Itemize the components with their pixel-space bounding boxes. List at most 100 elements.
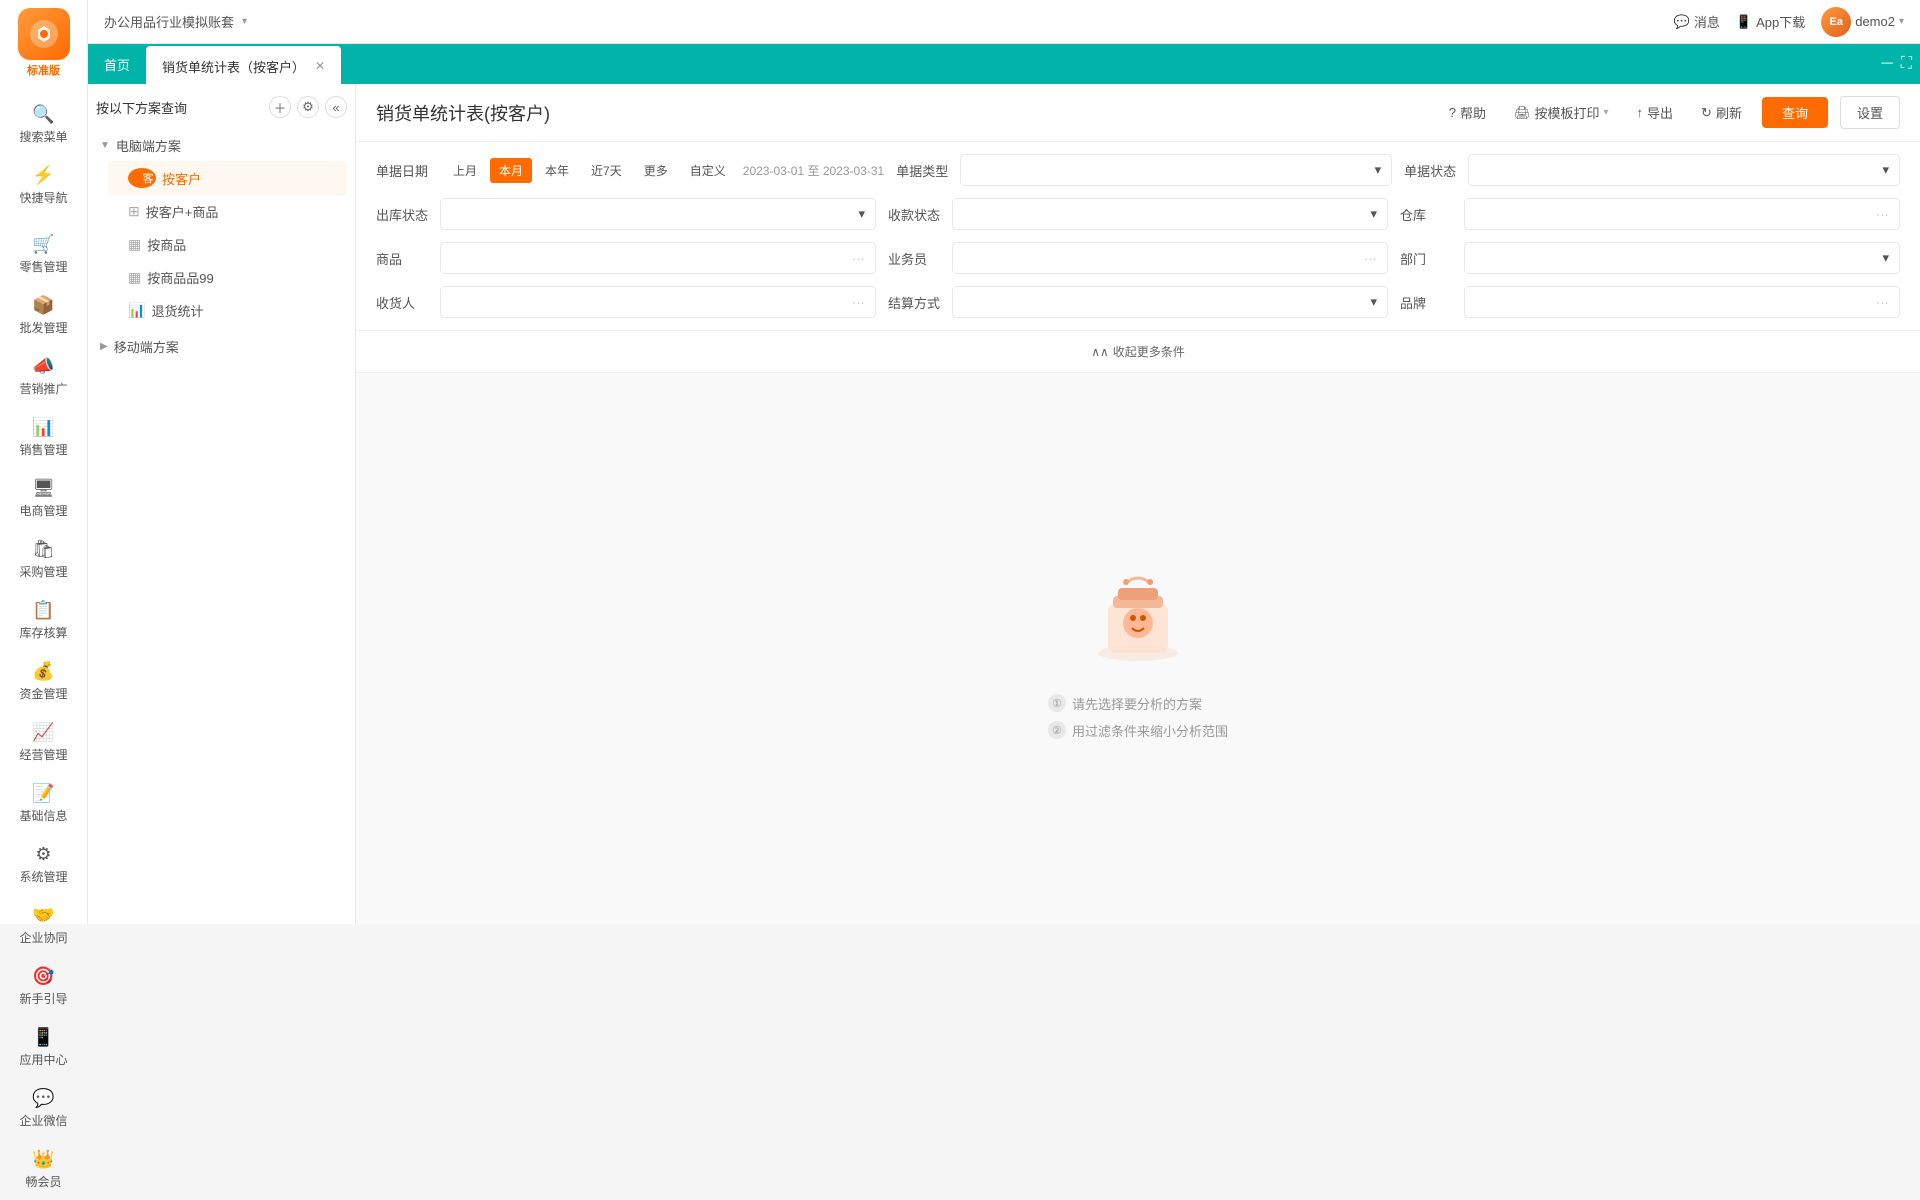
logo-area: 标准版: [0, 0, 87, 86]
sidebar-item-base-info[interactable]: 📝 基础信息: [0, 773, 87, 834]
sidebar-item-inventory[interactable]: 📋 库存核算: [0, 590, 87, 651]
out-status-label: 出库状态: [376, 205, 432, 224]
mobile-section-arrow: ▶: [100, 341, 108, 352]
tab-sales-stats-label: 销货单统计表（按客户）: [162, 57, 305, 76]
sidebar-item-cooperation[interactable]: 🤝 企业协同: [0, 895, 87, 956]
sidebar-item-marketing[interactable]: 📣 营销推广: [0, 346, 87, 407]
sidebar-item-operations[interactable]: 📈 经营管理: [0, 712, 87, 773]
sidebar-item-newbie-label: 新手引导: [19, 990, 67, 1007]
tab-maximize-btn[interactable]: ⛶: [1901, 55, 1912, 73]
prev-month-btn[interactable]: 上月: [444, 158, 486, 183]
tip-1-num: ①: [1048, 694, 1066, 712]
add-scheme-btn[interactable]: ＋: [269, 96, 291, 118]
sidebar-item-search[interactable]: 🔍 搜索菜单: [0, 94, 87, 155]
query-button[interactable]: 查询: [1762, 97, 1828, 128]
sidebar-item-system[interactable]: ⚙ 系统管理: [0, 834, 87, 895]
sidebar-item-ecommerce[interactable]: 🖥 电商管理: [0, 468, 87, 529]
user-label: demo2: [1855, 14, 1895, 29]
sidebar-item-wholesale[interactable]: 📦 批发管理: [0, 285, 87, 346]
custom-btn[interactable]: 自定义: [681, 158, 735, 183]
out-status-select[interactable]: ▾: [440, 198, 876, 230]
status-filter-chevron: ▾: [1882, 162, 1889, 178]
filter-row-3: 商品 ··· 业务员 ··· 部门: [376, 242, 1900, 274]
more-btn[interactable]: 更多: [635, 158, 677, 183]
empty-tips: ① 请先选择要分析的方案 ② 用过滤条件来缩小分析范围: [1048, 694, 1228, 740]
brand-select[interactable]: ···: [1464, 286, 1900, 318]
tree-item-by-product[interactable]: ▦ 按商品: [108, 228, 347, 261]
settings-button[interactable]: 设置: [1840, 96, 1900, 129]
sidebar-item-search-label: 搜索菜单: [19, 128, 67, 145]
tree-item-by-customer[interactable]: 客 按客户: [108, 161, 347, 195]
current-month-btn[interactable]: 本月: [490, 158, 532, 183]
sidebar-item-purchase[interactable]: 🛍 采购管理: [0, 529, 87, 590]
empty-tip-1: ① 请先选择要分析的方案: [1048, 694, 1228, 713]
message-btn[interactable]: 💬 消息: [1674, 12, 1720, 31]
sidebar-item-member[interactable]: 👑 畅会员: [0, 1139, 87, 1200]
purchase-icon: 🛍: [32, 539, 55, 560]
tab-minimize-btn[interactable]: ─: [1881, 55, 1892, 73]
tree-item-by-product-99[interactable]: ▦ 按商品品99: [108, 261, 347, 294]
tab-home[interactable]: 首页: [88, 44, 146, 84]
marketing-icon: 📣: [32, 356, 54, 377]
industry-dropdown-arrow[interactable]: ▾: [242, 16, 247, 27]
settings-scheme-btn[interactable]: ⚙: [297, 96, 319, 118]
warehouse-select[interactable]: ···: [1464, 198, 1900, 230]
receiver-select[interactable]: ···: [440, 286, 876, 318]
base-info-icon: 📝: [32, 783, 54, 804]
mobile-section-label: 移动端方案: [114, 337, 179, 356]
tree-item-by-product-99-label: 按商品品99: [147, 268, 213, 287]
product-group: 商品 ···: [376, 242, 876, 274]
tab-sales-stats[interactable]: 销货单统计表（按客户） ✕: [146, 46, 341, 86]
by-customer-icon: 客: [128, 168, 156, 188]
app-download-btn[interactable]: 📱 App下载: [1736, 12, 1805, 31]
settlement-select[interactable]: ▾: [952, 286, 1388, 318]
template-print-dropdown[interactable]: ▾: [1604, 107, 1609, 118]
salesperson-dots: ···: [1364, 251, 1377, 266]
top-header: 办公用品行业模拟账套 ▾ 💬 消息 📱 App下载 Ea demo2 ▾: [88, 0, 1920, 44]
sidebar-item-quick-nav[interactable]: ⚡ 快捷导航: [0, 155, 87, 216]
sidebar-item-member-label: 畅会员: [25, 1173, 61, 1190]
app-download-label: App下载: [1756, 12, 1805, 31]
current-year-btn[interactable]: 本年: [536, 158, 578, 183]
date-buttons: 上月 本月 本年 近7天 更多 自定义 2023-03-01 至 2023-03…: [444, 158, 884, 183]
template-print-btn[interactable]: 🖨 按模板打印 ▾: [1506, 99, 1617, 126]
settlement-label: 结算方式: [888, 293, 944, 312]
sidebar-item-enterprise-wechat[interactable]: 💬 企业微信: [0, 1078, 87, 1139]
retail-icon: 🛒: [32, 234, 54, 255]
settlement-group: 结算方式 ▾: [888, 286, 1388, 318]
tree-item-return-stats[interactable]: 📊 退货统计: [108, 294, 347, 327]
header-left: 办公用品行业模拟账套 ▾: [104, 12, 247, 31]
tab-close-btn[interactable]: ✕: [315, 59, 325, 73]
refresh-btn[interactable]: ↻ 刷新: [1693, 99, 1750, 126]
desktop-section-header[interactable]: ▼ 电脑端方案: [96, 130, 347, 161]
mobile-section-header[interactable]: ▶ 移动端方案: [96, 331, 347, 362]
header-right: 💬 消息 📱 App下载 Ea demo2 ▾: [1674, 7, 1904, 37]
tree-item-by-customer-product[interactable]: ⊞ 按客户+商品: [108, 195, 347, 228]
empty-state: ① 请先选择要分析的方案 ② 用过滤条件来缩小分析范围: [356, 373, 1920, 924]
type-filter-select[interactable]: ▾: [960, 154, 1392, 186]
department-select[interactable]: ▾: [1464, 242, 1900, 274]
template-print-icon: 🖨: [1514, 105, 1531, 121]
collapse-button[interactable]: ∧∧ 收起更多条件: [1079, 339, 1197, 364]
sidebar: 标准版 🔍 搜索菜单 ⚡ 快捷导航 🛒 零售管理 📦 批发管理 📣 营销推广 📊…: [0, 0, 88, 924]
tab-expand-area: ─ ⛶: [1881, 55, 1912, 73]
sidebar-item-sales[interactable]: 📊 销售管理: [0, 407, 87, 468]
last-7-days-btn[interactable]: 近7天: [582, 158, 631, 183]
sidebar-item-newbie[interactable]: 🎯 新手引导: [0, 956, 87, 1017]
sidebar-item-finance[interactable]: 💰 资金管理: [0, 651, 87, 712]
sidebar-item-retail[interactable]: 🛒 零售管理: [0, 224, 87, 285]
sidebar-item-app-center[interactable]: 📱 应用中心: [0, 1017, 87, 1078]
receiver-label: 收货人: [376, 293, 432, 312]
receive-status-label: 收款状态: [888, 205, 944, 224]
user-menu[interactable]: Ea demo2 ▾: [1821, 7, 1904, 37]
status-filter-select[interactable]: ▾: [1468, 154, 1900, 186]
export-btn[interactable]: ↑ 导出: [1629, 99, 1682, 126]
page-title: 销货单统计表(按客户): [376, 100, 550, 126]
salesperson-select[interactable]: ···: [952, 242, 1388, 274]
type-filter-group: 单据类型 ▾: [896, 154, 1392, 186]
product-select[interactable]: ···: [440, 242, 876, 274]
settlement-chevron: ▾: [1370, 294, 1377, 310]
receive-status-select[interactable]: ▾: [952, 198, 1388, 230]
help-btn[interactable]: ? 帮助: [1441, 99, 1494, 126]
collapse-panel-btn[interactable]: «: [325, 96, 347, 118]
